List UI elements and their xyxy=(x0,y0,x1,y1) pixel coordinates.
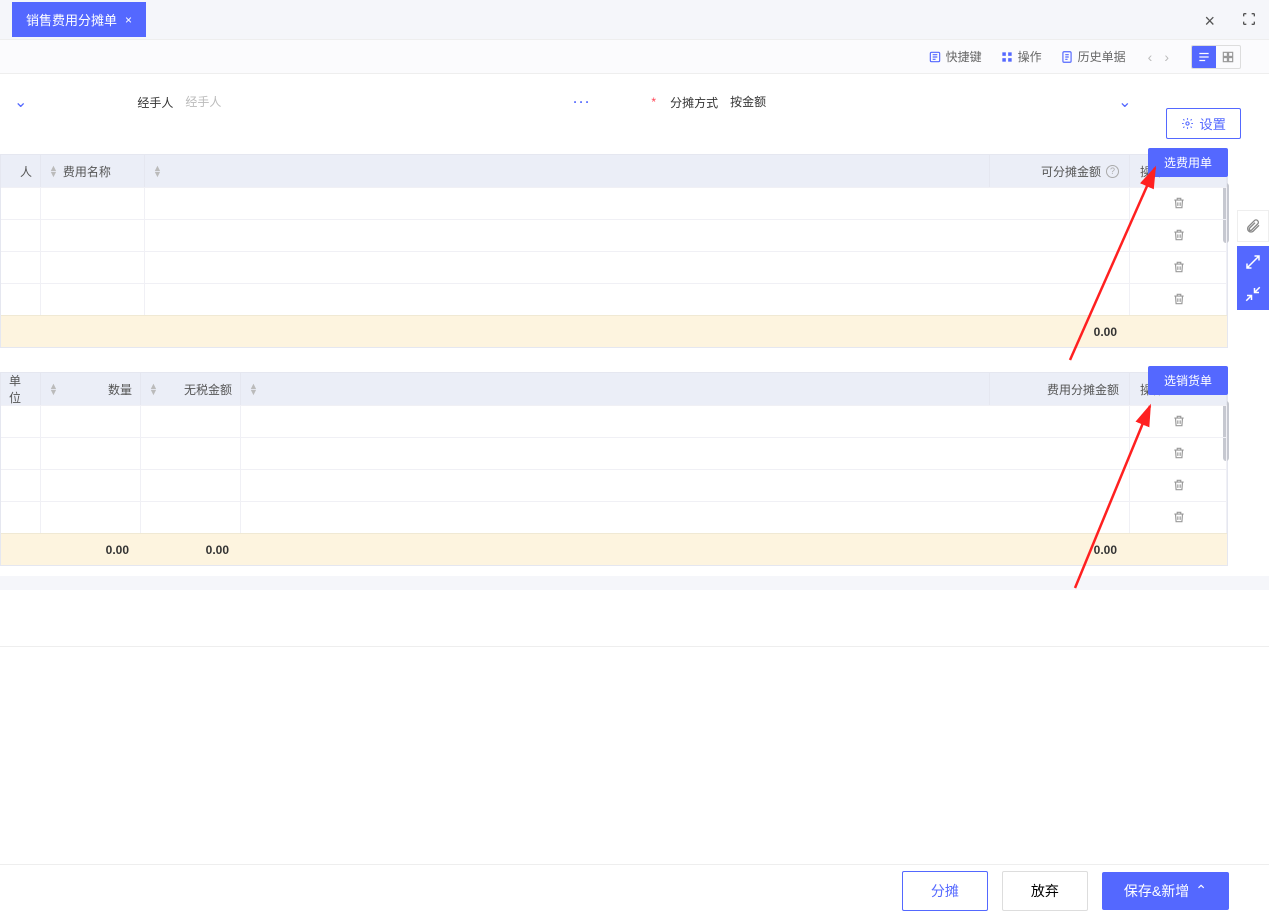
select-sales-button[interactable]: 选销货单 xyxy=(1148,366,1228,395)
side-float xyxy=(1237,210,1269,310)
next-record-icon[interactable]: › xyxy=(1160,49,1173,65)
expand-out-icon[interactable] xyxy=(1237,246,1269,278)
sort-icon[interactable]: ▲▼ xyxy=(149,383,158,395)
allocate-button[interactable]: 分摊 xyxy=(902,871,988,911)
total-alloc: 0.00 xyxy=(1082,543,1129,557)
table-row[interactable] xyxy=(1,187,1227,219)
history-button[interactable]: 历史单据 xyxy=(1060,48,1126,65)
tab-title: 销售费用分摊单 xyxy=(26,10,117,29)
info-icon[interactable]: ? xyxy=(1106,165,1119,178)
chevron-up-icon: ⌃ xyxy=(1195,882,1207,899)
col-amount: 可分摊金额 xyxy=(1041,163,1101,180)
delete-row-icon[interactable] xyxy=(1172,228,1186,245)
handler-input[interactable] xyxy=(183,91,563,114)
window-close-icon[interactable]: × xyxy=(1196,9,1223,34)
col-notax: 无税金额 xyxy=(163,381,232,398)
expense-table: 人 ▲▼ 费用名称 ▲▼ 可分摊金额 ? 操作 xyxy=(0,154,1228,348)
delete-row-icon[interactable] xyxy=(1172,446,1186,463)
shortcuts-button[interactable]: 快捷键 xyxy=(928,48,982,65)
view-card-icon[interactable] xyxy=(1216,46,1240,68)
handler-field: 经手人 ··· xyxy=(137,91,591,114)
sales-section: 选销货单 单位 ▲▼ 数量 ▲▼ 无税金额 ▲▼ 费用分摊金额 xyxy=(0,372,1269,566)
required-mark: * xyxy=(651,95,656,109)
table-row[interactable] xyxy=(1,469,1227,501)
expand-dropdown-icon[interactable]: ⌄ xyxy=(14,92,27,112)
total-qty: 0.00 xyxy=(41,543,141,557)
operate-label: 操作 xyxy=(1018,48,1042,65)
col-name: 费用名称 xyxy=(63,163,111,180)
handler-more-icon[interactable]: ··· xyxy=(573,95,591,109)
table-row[interactable] xyxy=(1,251,1227,283)
col-qty: 数量 xyxy=(63,381,132,398)
spacer xyxy=(0,590,1269,646)
expense-tbody xyxy=(1,187,1227,315)
total-notax: 0.00 xyxy=(141,543,241,557)
form-row: ⌄ 经手人 ··· * 分摊方式 ⌄ xyxy=(0,74,1269,130)
sort-icon[interactable]: ▲▼ xyxy=(153,165,162,177)
method-field: * 分摊方式 ⌄ xyxy=(651,91,1131,114)
shortcuts-label: 快捷键 xyxy=(946,48,982,65)
history-label: 历史单据 xyxy=(1078,48,1126,65)
table-row[interactable] xyxy=(1,437,1227,469)
save-new-label: 保存&新增 xyxy=(1124,881,1189,901)
delete-row-icon[interactable] xyxy=(1172,292,1186,309)
bottom-bar: 分摊 放弃 保存&新增 ⌃ xyxy=(0,864,1269,916)
sort-icon[interactable]: ▲▼ xyxy=(249,383,258,395)
sales-table: 单位 ▲▼ 数量 ▲▼ 无税金额 ▲▼ 费用分摊金额 操作 xyxy=(0,372,1228,566)
tab-bar: 销售费用分摊单 × × xyxy=(0,0,1269,40)
expand-in-icon[interactable] xyxy=(1237,278,1269,310)
save-new-button[interactable]: 保存&新增 ⌃ xyxy=(1102,872,1229,910)
view-list-icon[interactable] xyxy=(1192,46,1216,68)
table-row[interactable] xyxy=(1,501,1227,533)
sort-icon[interactable]: ▲▼ xyxy=(49,383,58,395)
table-row[interactable] xyxy=(1,283,1227,315)
sales-thead: 单位 ▲▼ 数量 ▲▼ 无税金额 ▲▼ 费用分摊金额 操作 xyxy=(1,373,1227,405)
expense-tfoot: 0.00 xyxy=(1,315,1227,347)
sort-icon[interactable]: ▲▼ xyxy=(49,165,58,177)
fullscreen-icon[interactable] xyxy=(1241,11,1257,30)
delete-row-icon[interactable] xyxy=(1172,260,1186,277)
operate-button[interactable]: 操作 xyxy=(1000,48,1042,65)
view-toggle xyxy=(1191,45,1241,69)
delete-row-icon[interactable] xyxy=(1172,510,1186,527)
expense-thead: 人 ▲▼ 费用名称 ▲▼ 可分摊金额 ? 操作 xyxy=(1,155,1227,187)
sales-tfoot: 0.00 0.00 0.00 xyxy=(1,533,1227,565)
handler-label: 经手人 xyxy=(137,94,173,111)
col-alloc: 费用分摊金额 xyxy=(1047,381,1119,398)
discard-button[interactable]: 放弃 xyxy=(1002,871,1088,911)
settings-label: 设置 xyxy=(1199,114,1226,133)
col-unit: 单位 xyxy=(9,372,32,406)
delete-row-icon[interactable] xyxy=(1172,196,1186,213)
table-row[interactable] xyxy=(1,405,1227,437)
attachment-icon[interactable] xyxy=(1237,210,1269,242)
delete-row-icon[interactable] xyxy=(1172,414,1186,431)
divider xyxy=(0,576,1269,590)
expense-section: 选费用单 人 ▲▼ 费用名称 ▲▼ 可分摊金额 ? 操作 xyxy=(0,154,1269,348)
divider-line xyxy=(0,646,1269,647)
method-input[interactable] xyxy=(728,91,1108,114)
method-label: 分摊方式 xyxy=(670,94,718,111)
tab-active[interactable]: 销售费用分摊单 × xyxy=(12,2,146,37)
total-amount: 0.00 xyxy=(1082,325,1129,339)
method-dropdown-icon[interactable]: ⌄ xyxy=(1118,92,1131,112)
settings-button[interactable]: 设置 xyxy=(1166,108,1241,139)
prev-record-icon[interactable]: ‹ xyxy=(1144,49,1157,65)
tab-close-icon[interactable]: × xyxy=(125,13,132,27)
select-expense-button[interactable]: 选费用单 xyxy=(1148,148,1228,177)
nav-arrows: ‹ › xyxy=(1144,49,1173,65)
toolbar-row: 快捷键 操作 历史单据 ‹ › xyxy=(0,40,1269,74)
sales-tbody xyxy=(1,405,1227,533)
delete-row-icon[interactable] xyxy=(1172,478,1186,495)
col-payee: 人 xyxy=(20,163,32,180)
table-row[interactable] xyxy=(1,219,1227,251)
